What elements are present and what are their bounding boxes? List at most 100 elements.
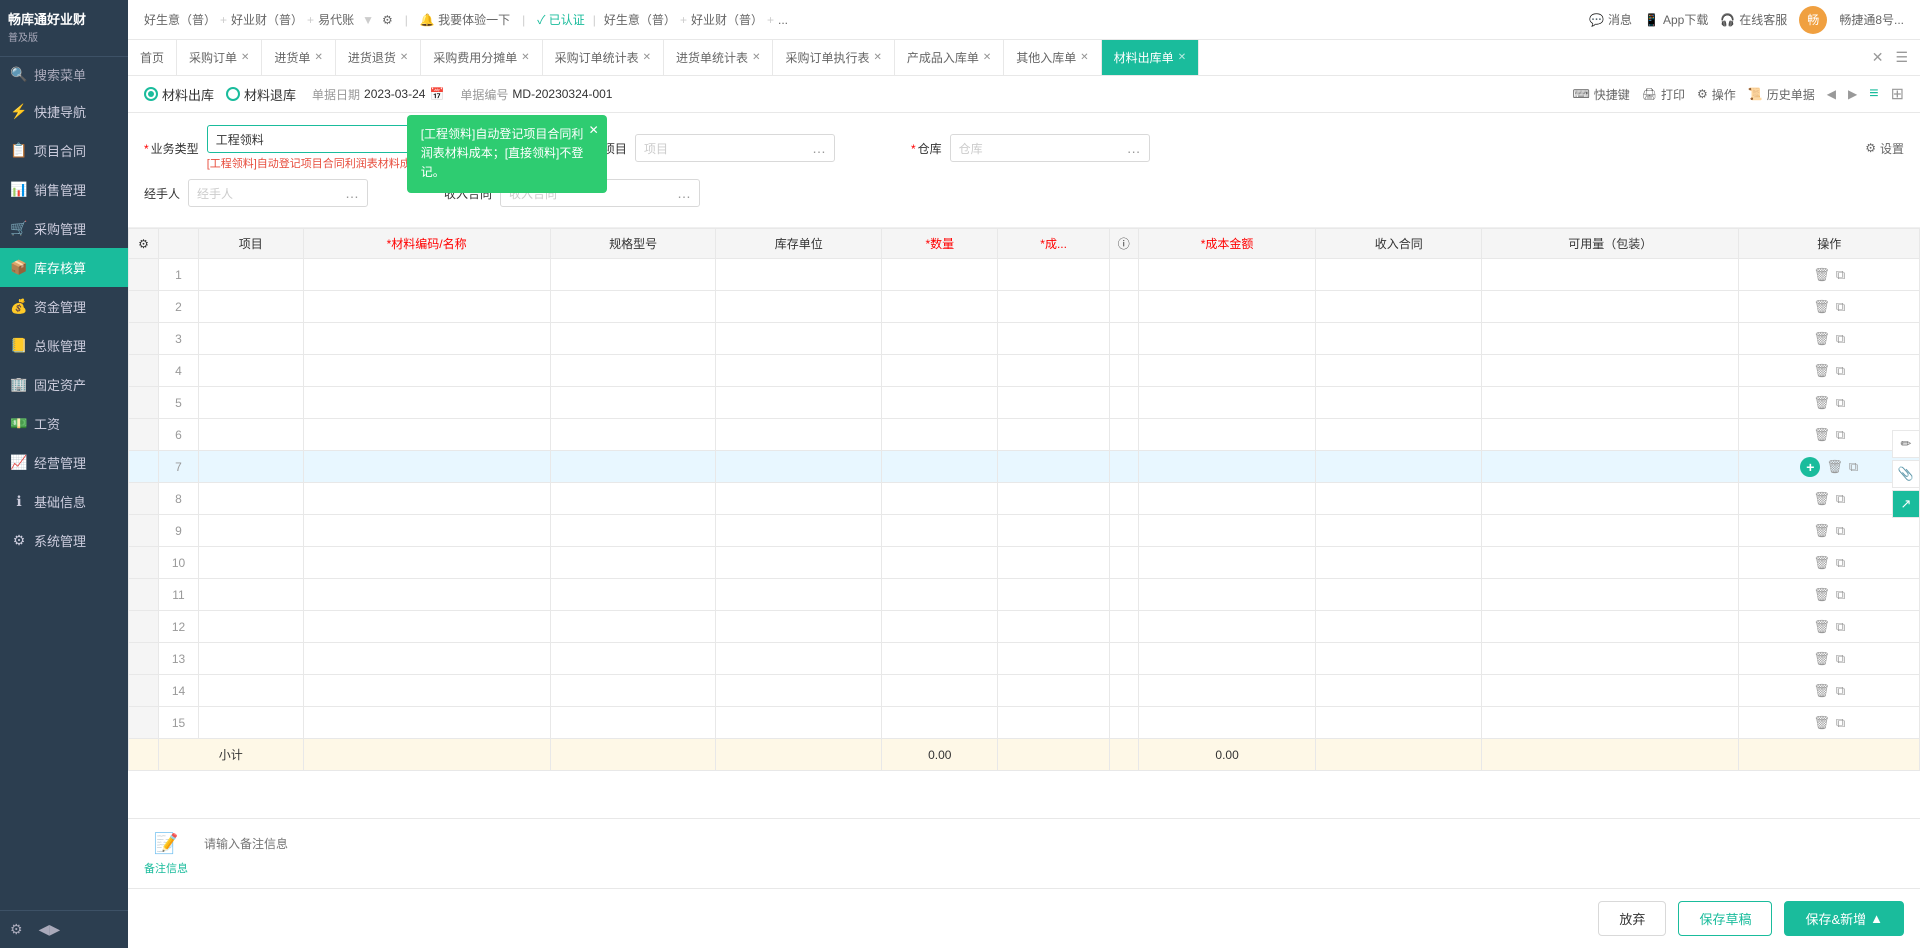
- tab-list-icon[interactable]: ☰: [1891, 47, 1912, 68]
- topbar-link-2[interactable]: 易代账: [318, 11, 354, 28]
- sidebar-item-management[interactable]: 📈 经营管理: [0, 443, 128, 482]
- row-material-12[interactable]: [303, 611, 550, 643]
- row-unit-9[interactable]: [716, 515, 882, 547]
- row-available-3[interactable]: [1482, 323, 1739, 355]
- tab-close-purchase-exec[interactable]: ✕: [873, 52, 881, 63]
- tab-goods-stats[interactable]: 进货单统计表 ✕: [664, 40, 773, 76]
- tab-close-material-out[interactable]: ✕: [1178, 52, 1186, 63]
- delete-row-icon-5[interactable]: 🗑: [1813, 395, 1830, 411]
- topbar-link-1[interactable]: 好业财（普）: [231, 11, 303, 28]
- delete-row-icon-9[interactable]: 🗑: [1813, 523, 1830, 539]
- sidebar-item-quick-nav[interactable]: ⚡ 快捷导航: [0, 92, 128, 131]
- tab-purchase-order[interactable]: 采购订单 ✕: [177, 40, 262, 76]
- topbar-try[interactable]: 🔔 我要体验一下: [420, 11, 510, 28]
- settings-bottom-icon[interactable]: ⚙: [10, 921, 23, 938]
- row-spec-15[interactable]: [550, 707, 716, 739]
- app-download-button[interactable]: 📱 App下载: [1644, 11, 1708, 28]
- delete-row-icon-3[interactable]: 🗑: [1813, 331, 1830, 347]
- row-cost-5[interactable]: [998, 387, 1109, 419]
- row-material-2[interactable]: [303, 291, 550, 323]
- row-income-contract-15[interactable]: [1316, 707, 1482, 739]
- print-button[interactable]: 🖨 打印: [1642, 86, 1685, 103]
- tab-purchase-exec[interactable]: 采购订单执行表 ✕: [773, 40, 894, 76]
- add-row-button[interactable]: +: [1800, 457, 1820, 477]
- row-spec-12[interactable]: [550, 611, 716, 643]
- row-cost-6[interactable]: [998, 419, 1109, 451]
- sidebar-item-purchase[interactable]: 🛒 采购管理: [0, 209, 128, 248]
- row-material-9[interactable]: [303, 515, 550, 547]
- row-material-14[interactable]: [303, 675, 550, 707]
- row-spec-4[interactable]: [550, 355, 716, 387]
- row-unit-3[interactable]: [716, 323, 882, 355]
- copy-row-icon-13[interactable]: ⧉: [1836, 651, 1845, 667]
- row-available-13[interactable]: [1482, 643, 1739, 675]
- row-quantity-1[interactable]: [882, 259, 998, 291]
- row-spec-7[interactable]: [550, 451, 716, 483]
- copy-row-icon-1[interactable]: ⧉: [1836, 267, 1845, 283]
- warehouse-ellipsis[interactable]: …: [1127, 140, 1141, 156]
- tab-close-goods-stats[interactable]: ✕: [752, 52, 760, 63]
- row-material-3[interactable]: [303, 323, 550, 355]
- row-project-9[interactable]: [199, 515, 304, 547]
- row-project-12[interactable]: [199, 611, 304, 643]
- tab-close-goods-receipt[interactable]: ✕: [314, 52, 322, 63]
- row-unit-2[interactable]: [716, 291, 882, 323]
- row-quantity-9[interactable]: [882, 515, 998, 547]
- row-unit-5[interactable]: [716, 387, 882, 419]
- tab-purchase-expense[interactable]: 采购费用分摊单 ✕: [421, 40, 542, 76]
- row-quantity-5[interactable]: [882, 387, 998, 419]
- row-quantity-2[interactable]: [882, 291, 998, 323]
- income-contract-ellipsis[interactable]: …: [677, 185, 691, 201]
- row-income-contract-2[interactable]: [1316, 291, 1482, 323]
- tab-material-out[interactable]: 材料出库单 ✕: [1102, 40, 1199, 76]
- tab-product-in[interactable]: 产成品入库单 ✕: [895, 40, 1004, 76]
- row-cost-4[interactable]: [998, 355, 1109, 387]
- nav-prev-icon[interactable]: ◀: [1827, 87, 1836, 101]
- copy-row-icon-4[interactable]: ⧉: [1836, 363, 1845, 379]
- sidebar-item-basic-info[interactable]: ℹ 基础信息: [0, 482, 128, 521]
- copy-row-icon-8[interactable]: ⧉: [1836, 491, 1845, 507]
- copy-row-icon-3[interactable]: ⧉: [1836, 331, 1845, 347]
- row-available-6[interactable]: [1482, 419, 1739, 451]
- row-material-11[interactable]: [303, 579, 550, 611]
- copy-row-icon-9[interactable]: ⧉: [1836, 523, 1845, 539]
- tab-close-purchase-expense[interactable]: ✕: [521, 52, 529, 63]
- row-cost-amount-13[interactable]: [1138, 643, 1316, 675]
- warehouse-select[interactable]: 仓库 …: [950, 134, 1150, 162]
- sidebar-item-salary[interactable]: 💵 工资: [0, 404, 128, 443]
- row-cost-3[interactable]: [998, 323, 1109, 355]
- row-available-10[interactable]: [1482, 547, 1739, 579]
- username[interactable]: 畅捷通8号...: [1839, 11, 1904, 28]
- row-income-contract-3[interactable]: [1316, 323, 1482, 355]
- row-cost-13[interactable]: [998, 643, 1109, 675]
- tooltip-close-button[interactable]: ✕: [589, 121, 599, 140]
- row-cost-amount-5[interactable]: [1138, 387, 1316, 419]
- sidebar-item-sales[interactable]: 📊 销售管理: [0, 170, 128, 209]
- sidebar-item-assets[interactable]: 🏢 固定资产: [0, 365, 128, 404]
- row-quantity-14[interactable]: [882, 675, 998, 707]
- tab-close-purchase-order[interactable]: ✕: [241, 52, 249, 63]
- row-spec-2[interactable]: [550, 291, 716, 323]
- delete-row-icon-8[interactable]: 🗑: [1813, 491, 1830, 507]
- row-project-6[interactable]: [199, 419, 304, 451]
- delete-row-icon-15[interactable]: 🗑: [1813, 715, 1830, 731]
- row-unit-10[interactable]: [716, 547, 882, 579]
- row-cost-9[interactable]: [998, 515, 1109, 547]
- copy-row-icon-12[interactable]: ⧉: [1836, 619, 1845, 635]
- row-spec-1[interactable]: [550, 259, 716, 291]
- row-quantity-6[interactable]: [882, 419, 998, 451]
- operation-button[interactable]: ⚙ 操作: [1697, 86, 1736, 103]
- col-settings-header[interactable]: ⚙: [129, 229, 159, 259]
- tab-close-other-in[interactable]: ✕: [1080, 52, 1088, 63]
- row-project-10[interactable]: [199, 547, 304, 579]
- col-info-icon[interactable]: ⓘ: [1109, 229, 1138, 259]
- row-project-3[interactable]: [199, 323, 304, 355]
- row-spec-8[interactable]: [550, 483, 716, 515]
- tab-purchase-stats[interactable]: 采购订单统计表 ✕: [543, 40, 664, 76]
- row-cost-amount-6[interactable]: [1138, 419, 1316, 451]
- row-project-7[interactable]: [199, 451, 304, 483]
- tab-goods-return[interactable]: 进货退货 ✕: [336, 40, 421, 76]
- row-cost-amount-1[interactable]: [1138, 259, 1316, 291]
- row-quantity-12[interactable]: [882, 611, 998, 643]
- row-quantity-3[interactable]: [882, 323, 998, 355]
